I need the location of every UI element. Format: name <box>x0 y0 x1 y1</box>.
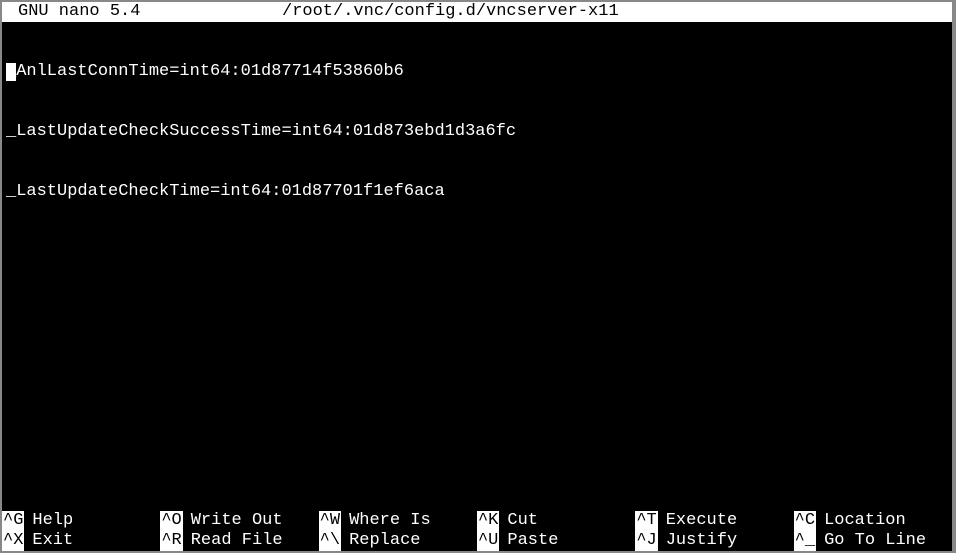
shortcut-label: Replace <box>349 531 420 551</box>
shortcut-read-file[interactable]: ^R Read File <box>160 531 318 551</box>
shortcut-key: ^O <box>160 511 182 531</box>
shortcut-exit[interactable]: ^X Exit <box>2 531 160 551</box>
shortcut-label: Read File <box>191 531 283 551</box>
shortcut-key: ^W <box>319 511 341 531</box>
shortcut-label: Justify <box>666 531 737 551</box>
shortcut-label: Exit <box>32 531 73 551</box>
shortcut-label: Execute <box>666 511 737 531</box>
shortcut-label: Help <box>32 511 73 531</box>
text-line[interactable]: _AnlLastConnTime=int64:01d87714f53860b6 <box>6 62 952 82</box>
shortcut-key: ^\ <box>319 531 341 551</box>
shortcut-key: ^R <box>160 531 182 551</box>
shortcut-key: ^G <box>2 511 24 531</box>
shortcut-label: Where Is <box>349 511 431 531</box>
line-text: _LastUpdateCheckTime=int64:01d87701f1ef6… <box>6 182 445 201</box>
line-text: _LastUpdateCheckSuccessTime=int64:01d873… <box>6 122 516 141</box>
app-name: GNU nano 5.4 <box>2 2 282 22</box>
text-line[interactable]: _LastUpdateCheckSuccessTime=int64:01d873… <box>6 122 952 142</box>
shortcut-justify[interactable]: ^J Justify <box>635 531 793 551</box>
shortcut-key: ^U <box>477 531 499 551</box>
shortcut-bar: ^G Help ^O Write Out ^W Where Is ^K Cut … <box>2 511 952 551</box>
file-path: /root/.vnc/config.d/vncserver-x11 <box>282 2 952 22</box>
shortcut-key: ^T <box>635 511 657 531</box>
shortcut-key: ^C <box>794 511 816 531</box>
title-bar: GNU nano 5.4 /root/.vnc/config.d/vncserv… <box>2 2 952 22</box>
shortcut-label: Location <box>824 511 906 531</box>
status-bar: [ Read 3 lines ] <box>2 491 952 511</box>
shortcut-label: Write Out <box>191 511 283 531</box>
shortcut-go-to-line[interactable]: ^_ Go To Line <box>794 531 952 551</box>
shortcut-replace[interactable]: ^\ Replace <box>319 531 477 551</box>
shortcut-location[interactable]: ^C Location <box>794 511 952 531</box>
shortcut-key: ^J <box>635 531 657 551</box>
shortcut-label: Paste <box>507 531 558 551</box>
shortcut-where-is[interactable]: ^W Where Is <box>319 511 477 531</box>
shortcut-label: Go To Line <box>824 531 926 551</box>
shortcut-label: Cut <box>507 511 538 531</box>
shortcut-cut[interactable]: ^K Cut <box>477 511 635 531</box>
shortcut-key: ^_ <box>794 531 816 551</box>
line-text: _AnlLastConnTime=int64:01d87714f53860b6 <box>6 62 404 81</box>
text-line[interactable]: _LastUpdateCheckTime=int64:01d87701f1ef6… <box>6 182 952 202</box>
shortcut-help[interactable]: ^G Help <box>2 511 160 531</box>
shortcut-paste[interactable]: ^U Paste <box>477 531 635 551</box>
shortcut-key: ^X <box>2 531 24 551</box>
shortcut-key: ^K <box>477 511 499 531</box>
editor-content[interactable]: _AnlLastConnTime=int64:01d87714f53860b6 … <box>2 22 952 491</box>
shortcut-execute[interactable]: ^T Execute <box>635 511 793 531</box>
nano-editor: GNU nano 5.4 /root/.vnc/config.d/vncserv… <box>0 0 956 553</box>
shortcut-write-out[interactable]: ^O Write Out <box>160 511 318 531</box>
